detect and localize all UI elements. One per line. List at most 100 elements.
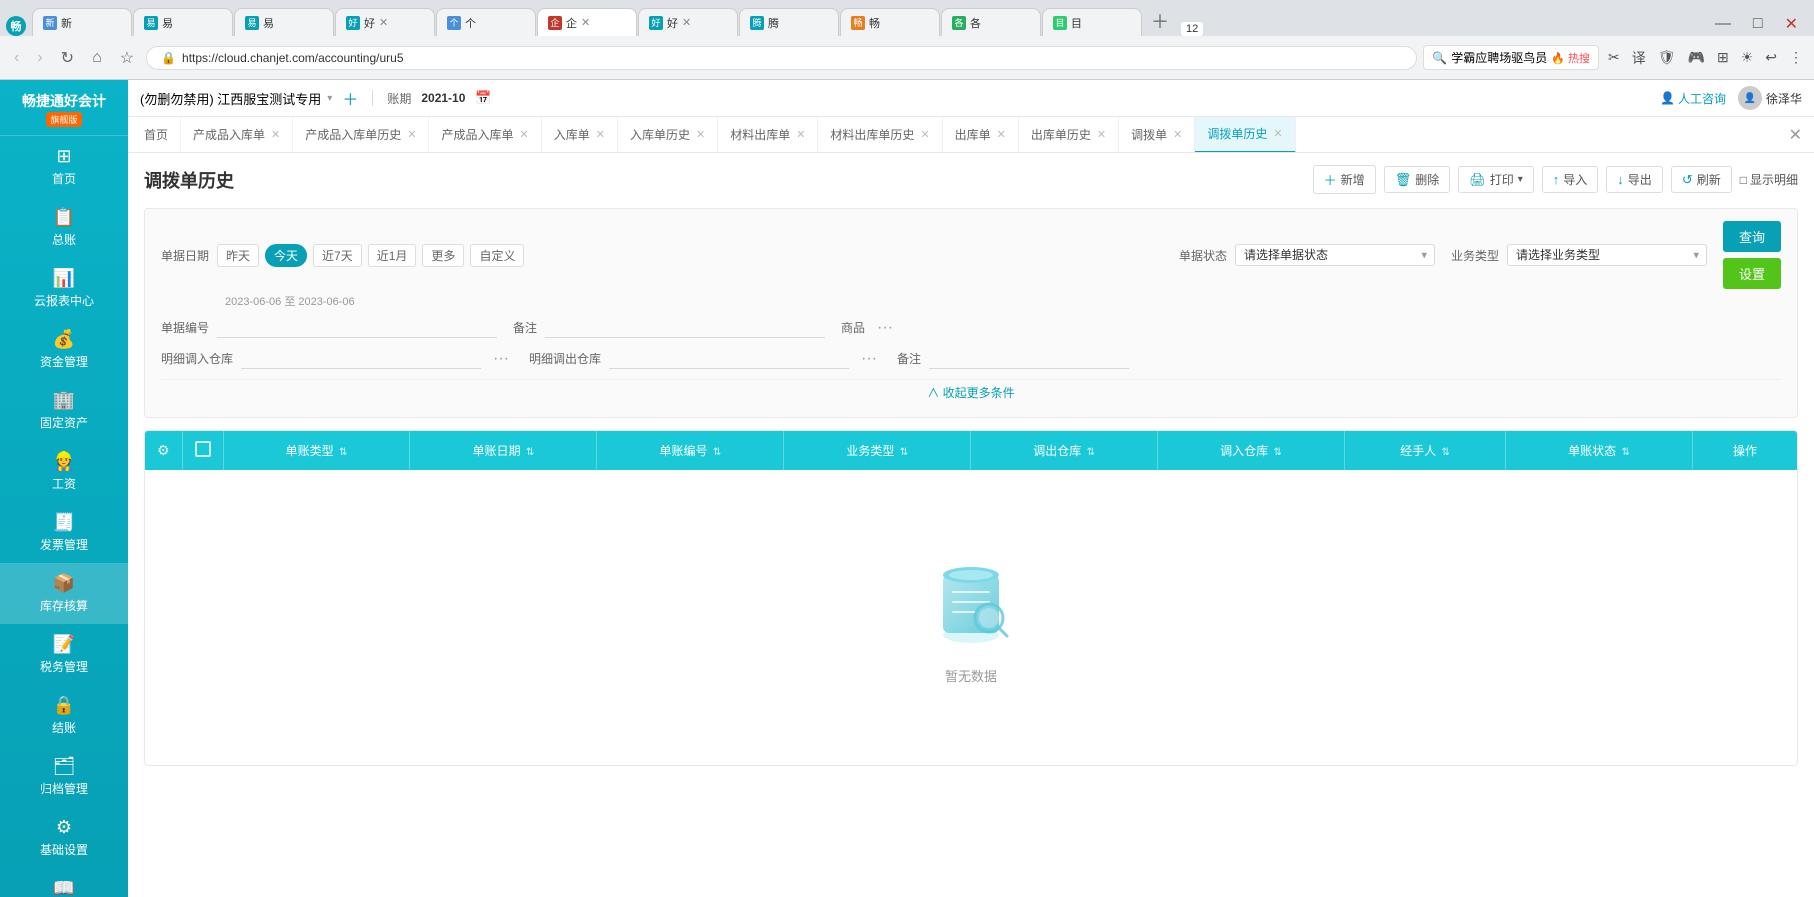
table-gear-icon[interactable]: ⚙ xyxy=(157,442,170,458)
tab-close-4[interactable]: ✕ xyxy=(379,16,388,29)
page-tab-out-history-close[interactable]: ✕ xyxy=(1097,128,1106,141)
page-tab-material-out-history-close[interactable]: ✕ xyxy=(920,128,929,141)
filter-detail-out-dots[interactable]: ··· xyxy=(857,350,881,368)
filter-status-select[interactable]: 请选择单据状态 草稿 已确认 xyxy=(1235,244,1435,266)
filter-biztype-select[interactable]: 请选择业务类型 xyxy=(1507,244,1707,266)
grid-icon[interactable]: ⊞ xyxy=(1714,46,1732,69)
date-btn-today[interactable]: 今天 xyxy=(265,244,307,267)
page-tab-transfer-close[interactable]: ✕ xyxy=(1173,128,1182,141)
table-select-all-checkbox[interactable] xyxy=(195,441,211,457)
table-checkbox-header[interactable] xyxy=(182,431,223,470)
night-mode-icon[interactable]: ☀ xyxy=(1738,46,1757,69)
page-tab-product-in-history-close[interactable]: ✕ xyxy=(407,128,416,141)
export-button[interactable]: ↓ 导出 xyxy=(1606,166,1663,193)
browser-tab-10[interactable]: 各 各 xyxy=(941,8,1041,36)
filter-detail-out-input[interactable] xyxy=(609,348,849,369)
page-tab-product-in[interactable]: 产成品入库单 ✕ xyxy=(181,117,293,153)
sidebar-item-home[interactable]: ⊞ 首页 xyxy=(0,136,128,197)
bookmark-button[interactable]: ☆ xyxy=(114,46,140,70)
page-tab-out-order[interactable]: 出库单 ✕ xyxy=(943,117,1019,153)
table-gear-header[interactable]: ⚙ xyxy=(145,431,182,470)
browser-tab-11[interactable]: 目 目 xyxy=(1042,8,1142,36)
forward-button[interactable]: › xyxy=(31,47,48,69)
tab-close-active[interactable]: ✕ xyxy=(581,16,590,29)
translate-icon[interactable]: 译 xyxy=(1629,45,1649,71)
table-col-type[interactable]: 单账类型 ⇅ xyxy=(223,431,410,470)
close-button[interactable]: ✕ xyxy=(1777,12,1806,36)
tab-close-7[interactable]: ✕ xyxy=(682,16,691,29)
browser-tab-3[interactable]: 易 易 xyxy=(234,8,334,36)
page-tab-home[interactable]: 首页 xyxy=(132,117,181,153)
table-col-biztype[interactable]: 业务类型 ⇅ xyxy=(784,431,971,470)
company-selector[interactable]: (勿删勿禁用) 江西服宝测试专用 ▾ xyxy=(140,89,332,108)
page-tab-product-in-history[interactable]: 产成品入库单历史 ✕ xyxy=(293,117,429,153)
page-tab-in-history[interactable]: 入库单历史 ✕ xyxy=(618,117,718,153)
page-tab-material-out[interactable]: 材料出库单 ✕ xyxy=(718,117,818,153)
page-tab-out-history[interactable]: 出库单历史 ✕ xyxy=(1019,117,1119,153)
import-button[interactable]: ↑ 导入 xyxy=(1542,166,1599,193)
new-button[interactable]: ＋ 新增 xyxy=(1313,165,1376,194)
sidebar-item-guide[interactable]: 📖 新手引导 xyxy=(0,868,128,897)
sidebar-item-asset[interactable]: 🏢 固定资产 xyxy=(0,380,128,441)
filter-goods-dots[interactable]: ··· xyxy=(873,319,897,337)
game-icon[interactable]: 🎮 xyxy=(1685,46,1708,69)
sidebar-item-closing[interactable]: 🔒 结账 xyxy=(0,685,128,746)
filter-detail-in-input[interactable] xyxy=(241,348,481,369)
page-tab-material-out-close[interactable]: ✕ xyxy=(796,128,805,141)
sidebar-item-wages[interactable]: 👷 工资 xyxy=(0,441,128,502)
date-btn-1month[interactable]: 近1月 xyxy=(368,244,417,267)
filter-docno-input[interactable] xyxy=(217,317,497,338)
add-company-button[interactable]: ＋ xyxy=(342,86,358,110)
sidebar-item-invoice[interactable]: 🧾 发票管理 xyxy=(0,502,128,563)
table-col-status[interactable]: 单账状态 ⇅ xyxy=(1506,431,1693,470)
undo-icon[interactable]: ↩ xyxy=(1762,46,1780,69)
table-col-no[interactable]: 单账编号 ⇅ xyxy=(597,431,784,470)
sidebar-item-archive[interactable]: 🗂 归档管理 xyxy=(0,746,128,807)
close-all-tabs-button[interactable]: ✕ xyxy=(1781,125,1810,145)
back-button[interactable]: ‹ xyxy=(8,47,25,69)
page-tab-in-order[interactable]: 入库单 ✕ xyxy=(542,117,618,153)
date-btn-custom[interactable]: 自定义 xyxy=(470,244,524,267)
sidebar-item-settings[interactable]: ⚙ 基础设置 xyxy=(0,807,128,868)
table-col-in-warehouse[interactable]: 调入仓库 ⇅ xyxy=(1158,431,1345,470)
page-tab-transfer[interactable]: 调拨单 ✕ xyxy=(1119,117,1195,153)
sidebar-item-report[interactable]: 📊 云报表中心 xyxy=(0,258,128,319)
table-col-handler[interactable]: 经手人 ⇅ xyxy=(1345,431,1506,470)
page-tab-out-order-close[interactable]: ✕ xyxy=(997,128,1006,141)
browser-tab-2[interactable]: 易 易 xyxy=(133,8,233,36)
menu-icon[interactable]: ⋮ xyxy=(1786,46,1806,69)
home-browser-button[interactable]: ⌂ xyxy=(86,47,108,69)
maximize-button[interactable]: □ xyxy=(1745,13,1771,35)
page-tab-in-history-close[interactable]: ✕ xyxy=(696,128,705,141)
shield-icon[interactable]: 🛡 xyxy=(1655,46,1679,69)
delete-button[interactable]: 🗑 删除 xyxy=(1384,166,1451,193)
page-tab-in-order-close[interactable]: ✕ xyxy=(596,128,605,141)
new-tab-button[interactable]: ＋ xyxy=(1143,8,1177,36)
refresh-browser-button[interactable]: ↻ xyxy=(55,46,80,70)
filter-remark2-input[interactable] xyxy=(929,348,1129,369)
browser-tab-4[interactable]: 好 好 ✕ xyxy=(335,8,435,36)
browser-tab-5[interactable]: 个 个 xyxy=(436,8,536,36)
search-input-area[interactable]: 🔍 学霸应聘场驱鸟员 🔥 热搜 xyxy=(1423,45,1599,70)
print-button[interactable]: 🖨 打印 ▾ xyxy=(1458,166,1534,193)
browser-tab-active[interactable]: 企 企 ✕ xyxy=(537,8,637,36)
sidebar-item-fund[interactable]: 💰 资金管理 xyxy=(0,319,128,380)
cut-icon[interactable]: ✂ xyxy=(1605,46,1623,69)
page-tab-material-out-history[interactable]: 材料出库单历史 ✕ xyxy=(818,117,942,153)
date-btn-7days[interactable]: 近7天 xyxy=(313,244,362,267)
calendar-icon[interactable]: 📅 xyxy=(475,90,491,106)
filter-remark-input[interactable] xyxy=(545,317,825,338)
sidebar-item-ledger[interactable]: 📋 总账 xyxy=(0,197,128,258)
minimize-button[interactable]: — xyxy=(1707,13,1739,35)
browser-tab-8[interactable]: 腾 腾 xyxy=(739,8,839,36)
url-bar[interactable]: 🔒 https://cloud.chanjet.com/accounting/u… xyxy=(146,46,1417,70)
table-col-date[interactable]: 单账日期 ⇅ xyxy=(410,431,597,470)
browser-tab-1[interactable]: 新 新 xyxy=(32,8,132,36)
browser-tab-9[interactable]: 畅 畅 xyxy=(840,8,940,36)
settings-button[interactable]: 设置 xyxy=(1723,258,1781,289)
service-button[interactable]: 👤 人工咨询 xyxy=(1660,90,1726,107)
table-col-out-warehouse[interactable]: 调出仓库 ⇅ xyxy=(971,431,1158,470)
date-btn-more[interactable]: 更多 xyxy=(422,244,464,267)
collapse-bar[interactable]: ∧ 收起更多条件 xyxy=(161,379,1781,405)
page-tab-product-in2-close[interactable]: ✕ xyxy=(520,128,529,141)
